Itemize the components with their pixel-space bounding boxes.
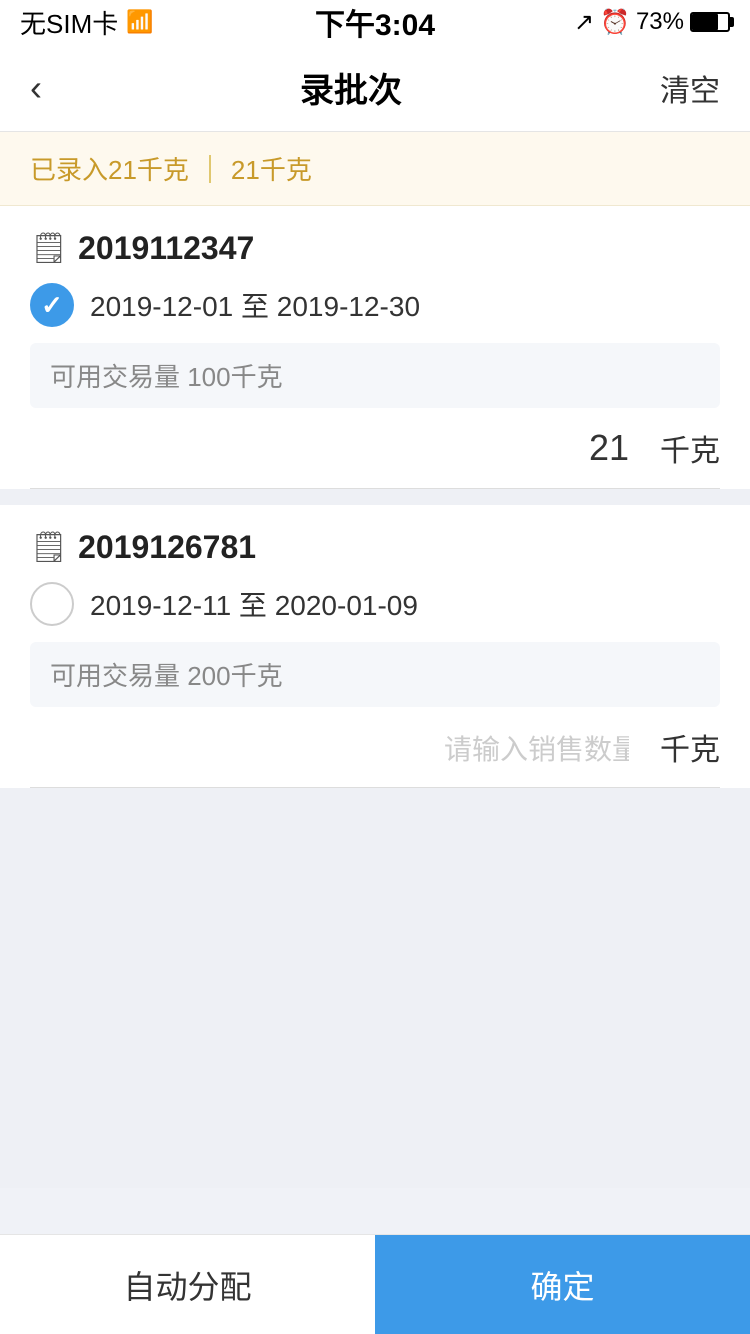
bottom-bar: 自动分配 确定 <box>0 1234 750 1334</box>
item2-unit: 千克 <box>660 725 720 769</box>
clear-button[interactable]: 清空 <box>660 66 720 110</box>
back-button[interactable]: ‹ <box>30 67 42 109</box>
status-right: ↗ ⏰ 73% <box>574 8 730 37</box>
page-title: 录批次 <box>300 63 402 112</box>
item2-id: 2019126781 <box>78 529 256 566</box>
battery-icon <box>690 12 730 32</box>
item2-quantity-input[interactable] <box>444 726 644 768</box>
section-separator <box>0 489 750 505</box>
alarm-icon: ⏰ <box>600 8 630 37</box>
item2-radio[interactable] <box>30 582 74 626</box>
item1-date-range: 2019-12-01 至 2019-12-30 <box>90 285 420 325</box>
item1-doc-icon: 🗒 <box>30 231 68 266</box>
total-amount: 21千克 <box>231 150 312 187</box>
item2-date-range: 2019-12-11 至 2020-01-09 <box>90 584 418 624</box>
empty-area <box>0 788 750 1188</box>
entered-amount: 已录入21千克 <box>30 150 189 187</box>
item1-quantity-row: 千克 <box>0 408 750 488</box>
item2-quantity-box: 可用交易量 200千克 <box>30 642 720 707</box>
item-card-2: 🗒 2019126781 2019-12-11 至 2020-01-09 可用交… <box>0 505 750 788</box>
status-time: 下午3:04 <box>315 0 435 44</box>
nav-bar: ‹ 录批次 清空 <box>0 44 750 132</box>
item1-available-label: 可用交易量 100千克 <box>50 362 283 392</box>
confirm-button[interactable]: 确定 <box>375 1235 750 1334</box>
item2-quantity-row: 千克 <box>0 707 750 787</box>
banner-divider <box>209 155 211 183</box>
battery-percent: 73% <box>636 8 684 36</box>
item1-id: 2019112347 <box>78 230 254 267</box>
wifi-icon: 📶 <box>126 9 153 35</box>
item2-row[interactable]: 2019-12-11 至 2020-01-09 <box>0 574 750 634</box>
item1-row[interactable]: 2019-12-01 至 2019-12-30 <box>0 275 750 335</box>
status-bar: 无SIM卡 📶 下午3:04 ↗ ⏰ 73% <box>0 0 750 44</box>
item2-available-label: 可用交易量 200千克 <box>50 661 283 691</box>
status-carrier: 无SIM卡 📶 <box>20 4 154 41</box>
auto-distribute-button[interactable]: 自动分配 <box>0 1235 375 1334</box>
location-icon: ↗ <box>574 8 594 37</box>
item1-quantity-input[interactable] <box>444 427 644 469</box>
item-card-1: 🗒 2019112347 2019-12-01 至 2019-12-30 可用交… <box>0 206 750 489</box>
item1-unit: 千克 <box>660 426 720 470</box>
item1-quantity-box: 可用交易量 100千克 <box>30 343 720 408</box>
carrier-text: 无SIM卡 <box>20 4 118 41</box>
info-banner: 已录入21千克 21千克 <box>0 132 750 206</box>
item1-header: 🗒 2019112347 <box>0 206 750 275</box>
item2-doc-icon: 🗒 <box>30 530 68 565</box>
item1-radio[interactable] <box>30 283 74 327</box>
item2-header: 🗒 2019126781 <box>0 505 750 574</box>
